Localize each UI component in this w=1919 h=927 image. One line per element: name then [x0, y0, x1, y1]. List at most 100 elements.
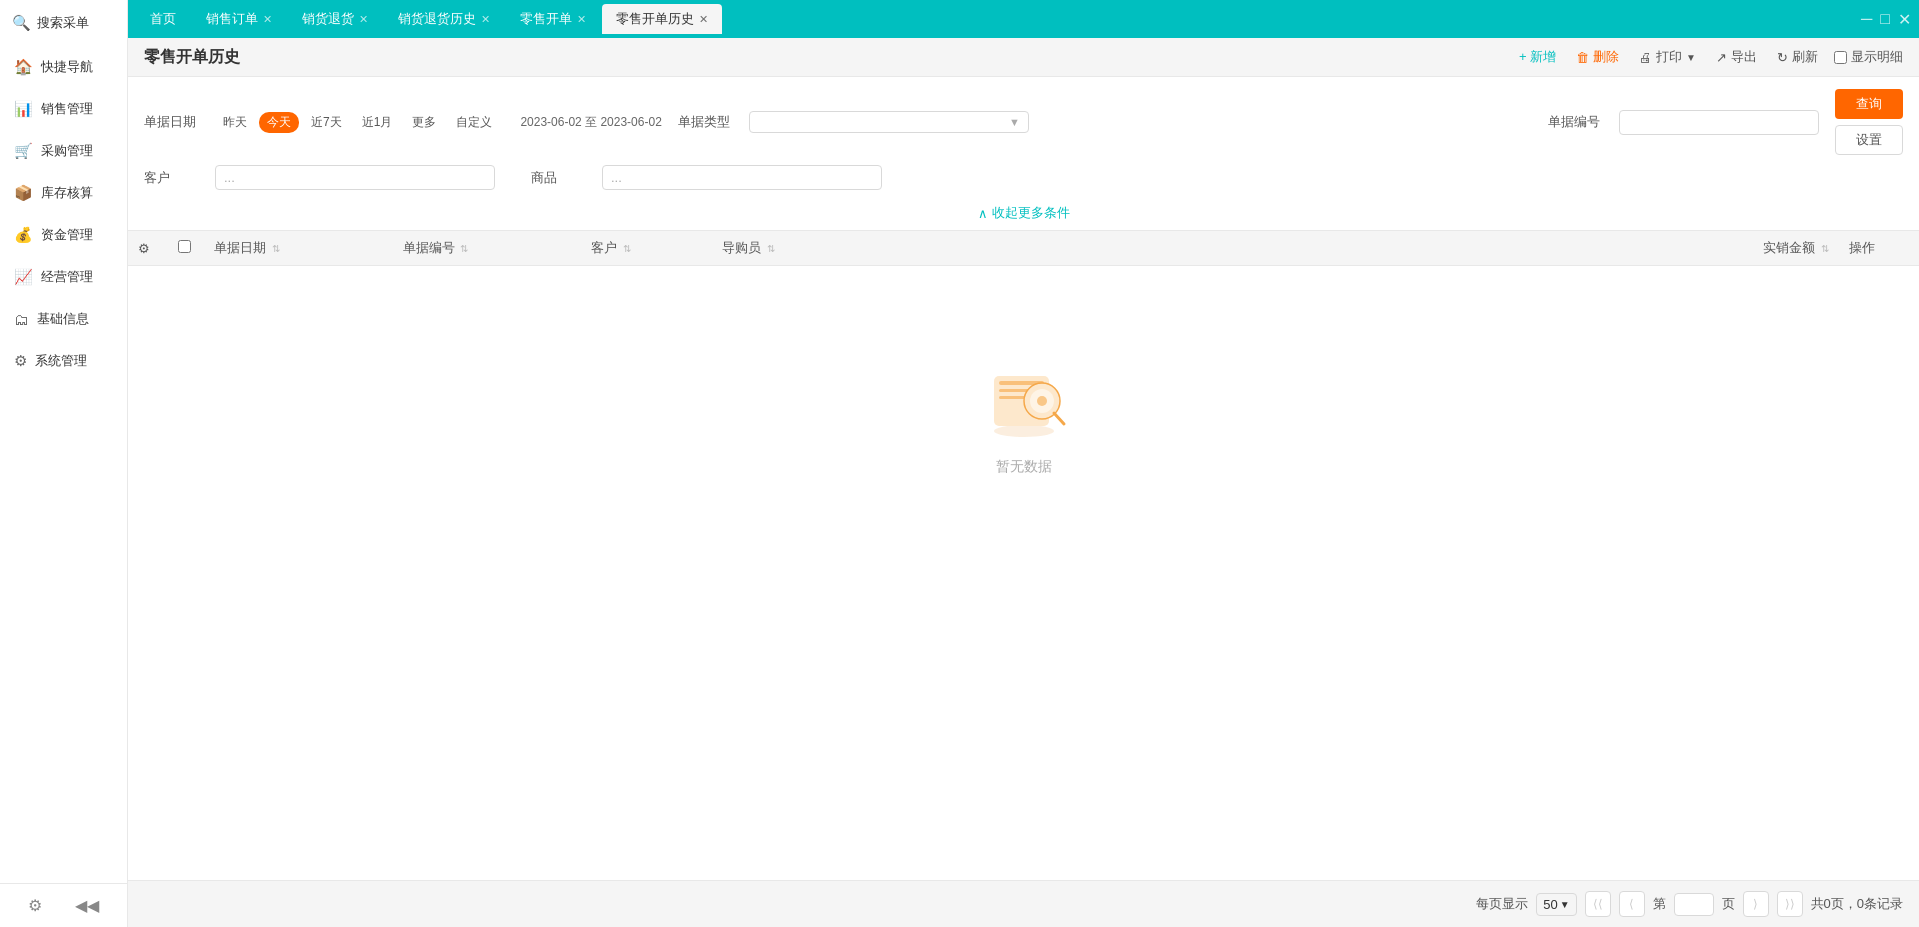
tab-retail-open-close[interactable]: ✕	[577, 13, 586, 26]
per-page-label: 每页显示	[1476, 895, 1528, 913]
th-amount-label: 实销金额	[1763, 240, 1815, 255]
date-btn-today[interactable]: 今天	[259, 112, 299, 133]
date-btn-more[interactable]: 更多	[404, 112, 444, 133]
date-btn-yesterday[interactable]: 昨天	[215, 112, 255, 133]
sidebar-nav: 🏠 快捷导航 📊 销售管理 🛒 采购管理 📦 库存核算 💰 资金管理 📈 经营管…	[0, 46, 127, 883]
date-btn-1month[interactable]: 近1月	[354, 112, 401, 133]
tab-sales-return-history[interactable]: 销货退货历史 ✕	[384, 4, 504, 34]
goods-input[interactable]: ...	[602, 165, 882, 190]
settings-button[interactable]: 设置	[1835, 125, 1903, 155]
delete-button[interactable]: 🗑 删除	[1572, 46, 1623, 68]
date-btn-custom[interactable]: 自定义	[448, 112, 500, 133]
per-page-select[interactable]: 50 ▼	[1536, 893, 1576, 916]
doc-no-label: 单据编号	[1548, 113, 1603, 131]
show-detail-toggle[interactable]: 显示明细	[1834, 48, 1903, 66]
sidebar-item-label: 资金管理	[41, 226, 93, 244]
sidebar-search[interactable]: 🔍 搜索采单	[0, 0, 127, 46]
action-buttons: 查询 设置	[1835, 89, 1903, 155]
next-page-button[interactable]: ⟩	[1743, 891, 1769, 917]
tab-retail-history[interactable]: 零售开单历史 ✕	[602, 4, 722, 34]
delete-label: 删除	[1593, 48, 1619, 66]
th-ops-label: 操作	[1849, 240, 1875, 255]
main-content: 首页 销售订单 ✕ 销货退货 ✕ 销货退货历史 ✕ 零售开单 ✕ 零售开单历史 …	[128, 0, 1919, 927]
sidebar-item-jichu[interactable]: 🗂 基础信息	[0, 298, 127, 340]
search-icon: 🔍	[12, 14, 31, 32]
th-salesperson: 导购员 ⇅	[712, 231, 872, 266]
tab-sales-return-history-close[interactable]: ✕	[481, 13, 490, 26]
print-button[interactable]: 🖨 打印 ▼	[1635, 46, 1700, 68]
customer-dots: ...	[224, 170, 235, 185]
current-page-input[interactable]: 1	[1674, 893, 1714, 916]
home-icon: 🏠	[14, 58, 33, 76]
add-button[interactable]: + 新增	[1515, 46, 1560, 68]
tab-sales-order[interactable]: 销售订单 ✕	[192, 4, 286, 34]
toolbar-actions: + 新增 🗑 删除 🖨 打印 ▼ ↗ 导出 ↻ 刷新 显示明细	[1515, 46, 1903, 68]
filter-area: 单据日期 昨天 今天 近7天 近1月 更多 自定义 2023-06-02 至 2…	[128, 77, 1919, 231]
sidebar-footer: ⚙ ◀◀	[0, 883, 127, 927]
info-icon: 🗂	[14, 311, 29, 328]
tab-retail-history-close[interactable]: ✕	[699, 13, 708, 26]
sidebar-item-xitong[interactable]: ⚙ 系统管理	[0, 340, 127, 382]
table-container: ⚙ 单据日期 ⇅ 单据编号 ⇅ 客户 ⇅	[128, 231, 1919, 880]
sidebar-item-kuaijie[interactable]: 🏠 快捷导航	[0, 46, 127, 88]
collapse-button[interactable]: ∧ 收起更多条件	[978, 204, 1070, 222]
th-ops: 操作	[1839, 231, 1919, 266]
tab-home-label: 首页	[150, 10, 176, 28]
tab-retail-history-label: 零售开单历史	[616, 10, 694, 28]
maximize-button[interactable]: □	[1880, 10, 1890, 28]
pagination: 每页显示 50 ▼ ⟨⟨ ⟨ 第 1 页 ⟩ ⟩⟩ 共0页，0条记录	[128, 880, 1919, 927]
show-detail-checkbox[interactable]	[1834, 51, 1847, 64]
sidebar-item-label: 销售管理	[41, 100, 93, 118]
tab-sales-return[interactable]: 销货退货 ✕	[288, 4, 382, 34]
sidebar-item-xiaoshou[interactable]: 📊 销售管理	[0, 88, 127, 130]
print-arrow-icon: ▼	[1686, 52, 1696, 63]
empty-text: 暂无数据	[996, 458, 1052, 476]
filter-row-1: 单据日期 昨天 今天 近7天 近1月 更多 自定义 2023-06-02 至 2…	[144, 89, 1903, 155]
tab-sales-return-close[interactable]: ✕	[359, 13, 368, 26]
sort-salesperson-icon[interactable]: ⇅	[767, 243, 775, 254]
last-page-button[interactable]: ⟩⟩	[1777, 891, 1803, 917]
sort-customer-icon[interactable]: ⇅	[623, 243, 631, 254]
minimize-button[interactable]: ─	[1861, 10, 1872, 28]
tab-sales-order-close[interactable]: ✕	[263, 13, 272, 26]
sidebar-item-kucun[interactable]: 📦 库存核算	[0, 172, 127, 214]
refresh-button[interactable]: ↻ 刷新	[1773, 46, 1822, 68]
th-amount: 实销金额 ⇅	[1753, 231, 1839, 266]
export-button[interactable]: ↗ 导出	[1712, 46, 1761, 68]
tab-sales-return-label: 销货退货	[302, 10, 354, 28]
sidebar-item-jingying[interactable]: 📈 经营管理	[0, 256, 127, 298]
th-check	[168, 231, 204, 266]
sidebar-item-label: 快捷导航	[41, 58, 93, 76]
collapse-label: 收起更多条件	[992, 204, 1070, 222]
settings-icon[interactable]: ⚙	[28, 896, 42, 915]
svg-line-7	[1054, 413, 1064, 424]
date-shortcuts: 昨天 今天 近7天 近1月 更多 自定义	[215, 112, 500, 133]
settings-gear-icon[interactable]: ⚙	[138, 241, 150, 256]
date-label: 单据日期	[144, 113, 199, 131]
tab-retail-open[interactable]: 零售开单 ✕	[506, 4, 600, 34]
customer-input[interactable]: ...	[215, 165, 495, 190]
tab-home[interactable]: 首页	[136, 4, 190, 34]
sort-no-icon[interactable]: ⇅	[460, 243, 468, 254]
select-all-checkbox[interactable]	[178, 240, 191, 253]
table-header-row: ⚙ 单据日期 ⇅ 单据编号 ⇅ 客户 ⇅	[128, 231, 1919, 266]
close-button[interactable]: ✕	[1898, 10, 1911, 29]
sidebar-item-zijin[interactable]: 💰 资金管理	[0, 214, 127, 256]
query-button[interactable]: 查询	[1835, 89, 1903, 119]
date-btn-7days[interactable]: 近7天	[303, 112, 350, 133]
doc-type-select[interactable]: ▼	[749, 111, 1029, 133]
tabs-bar: 首页 销售订单 ✕ 销货退货 ✕ 销货退货历史 ✕ 零售开单 ✕ 零售开单历史 …	[128, 0, 1919, 38]
sidebar-item-label: 基础信息	[37, 310, 89, 328]
data-table: ⚙ 单据日期 ⇅ 单据编号 ⇅ 客户 ⇅	[128, 231, 1919, 556]
first-page-button[interactable]: ⟨⟨	[1585, 891, 1611, 917]
collapse-sidebar-icon[interactable]: ◀◀	[75, 896, 99, 915]
prev-page-button[interactable]: ⟨	[1619, 891, 1645, 917]
per-page-value: 50	[1543, 897, 1557, 912]
sort-date-icon[interactable]: ⇅	[272, 243, 280, 254]
sort-amount-icon[interactable]: ⇅	[1821, 243, 1829, 254]
system-icon: ⚙	[14, 352, 27, 370]
page-total: 共0页，0条记录	[1811, 895, 1903, 913]
goods-dots: ...	[611, 170, 622, 185]
sidebar-item-caigou[interactable]: 🛒 采购管理	[0, 130, 127, 172]
doc-no-input[interactable]	[1619, 110, 1819, 135]
